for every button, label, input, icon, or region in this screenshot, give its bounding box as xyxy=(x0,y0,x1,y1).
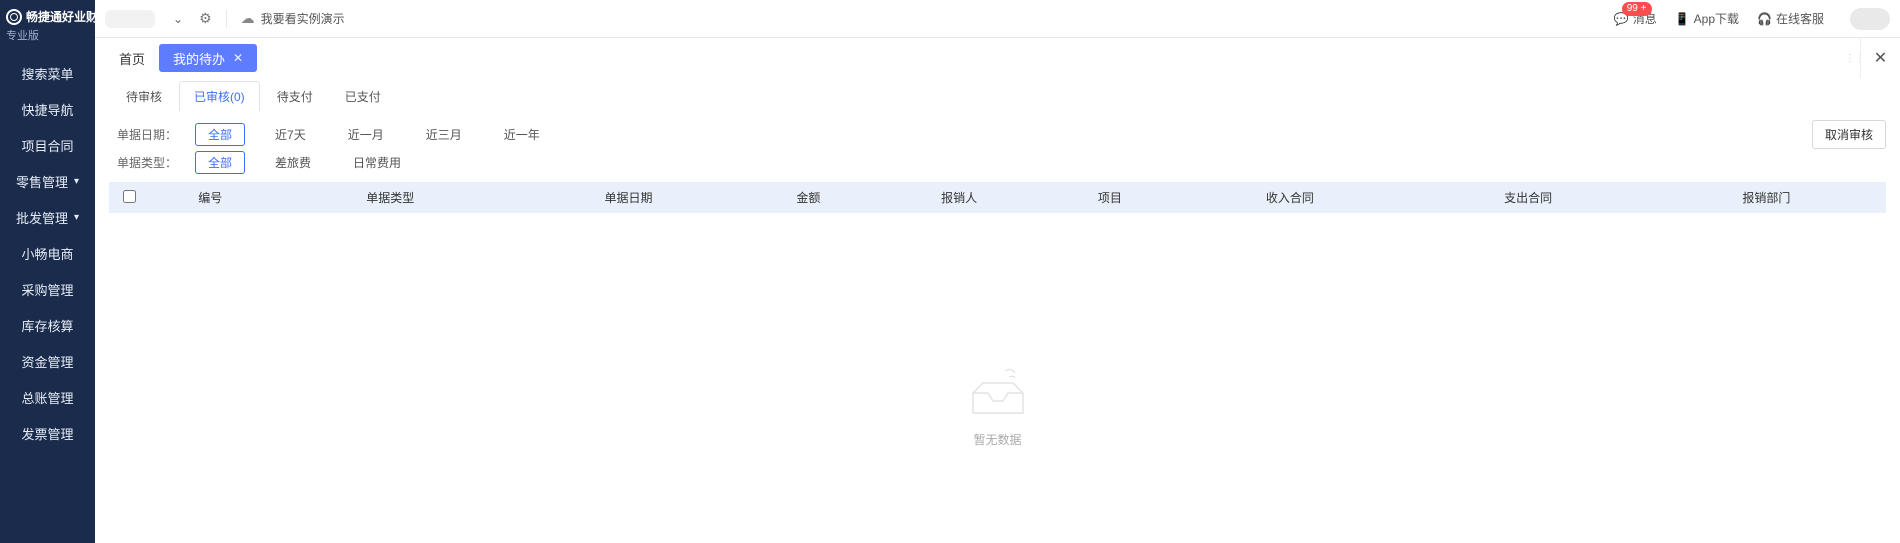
gear-icon[interactable]: ⚙ xyxy=(199,10,212,27)
cancel-audit-button[interactable]: 取消审核 xyxy=(1812,120,1886,149)
col-project: 项目 xyxy=(1049,183,1171,213)
table-wrap: 编号 单据类型 单据日期 金额 报销人 项目 收入合同 支出合同 报销部门 xyxy=(95,176,1900,448)
sidebar-item-purchase[interactable]: 采购管理 xyxy=(0,271,95,307)
tab-home[interactable]: 首页 xyxy=(105,44,159,72)
sidebar-items: 搜索菜单 快捷导航 项目合同 零售管理▾ 批发管理▾ 小畅电商 采购管理 库存核… xyxy=(0,47,95,543)
empty-state: 暂无数据 xyxy=(109,363,1886,448)
brand-name: 畅捷通好业财 xyxy=(26,8,98,25)
date-chip-3m[interactable]: 近三月 xyxy=(414,124,474,145)
filters: 单据日期： 全部 近7天 近一月 近三月 近一年 取消审核 单据类型： 全部 差… xyxy=(95,112,1900,176)
page-tabs: 首页 我的待办 ✕ ⋮⋮ ✕ xyxy=(95,38,1900,78)
sidebar-item-wholesale[interactable]: 批发管理▾ xyxy=(0,199,95,235)
col-number: 编号 xyxy=(150,183,272,213)
org-name-placeholder xyxy=(105,10,155,28)
date-chip-all[interactable]: 全部 xyxy=(195,123,245,146)
close-icon[interactable]: ✕ xyxy=(233,51,243,65)
subtab-audited[interactable]: 已审核(0) xyxy=(179,81,260,111)
brand-block: 畅捷通好业财 专业版 xyxy=(0,0,95,47)
sidebar-item-inventory[interactable]: 库存核算 xyxy=(0,307,95,343)
tabs-drag-handle[interactable]: ⋮⋮ xyxy=(1850,38,1860,78)
type-chip-travel[interactable]: 差旅费 xyxy=(263,152,323,173)
support-button[interactable]: 🎧 在线客服 xyxy=(1757,10,1824,27)
col-claimant: 报销人 xyxy=(869,183,1049,213)
demo-link-label: 我要看实例演示 xyxy=(261,10,345,27)
empty-box-icon xyxy=(963,363,1033,423)
chevron-down-icon: ⌄ xyxy=(173,12,183,26)
brand-logo-icon xyxy=(6,9,22,25)
select-all-checkbox[interactable] xyxy=(123,190,136,203)
col-check xyxy=(110,183,150,213)
cloud-icon: ☁ xyxy=(241,10,255,27)
topbar: ⌄ ⚙ ☁ 我要看实例演示 💬 消息 99 + 📱 App下载 🎧 在线客服 xyxy=(95,0,1900,38)
todo-table: 编号 单据类型 单据日期 金额 报销人 项目 收入合同 支出合同 报销部门 xyxy=(109,182,1886,213)
subtab-pending-audit[interactable]: 待审核 xyxy=(111,81,177,111)
sidebar: 畅捷通好业财 专业版 搜索菜单 快捷导航 项目合同 零售管理▾ 批发管理▾ 小畅… xyxy=(0,0,95,543)
col-amount: 金额 xyxy=(748,183,870,213)
divider xyxy=(226,10,227,28)
col-income-contract: 收入合同 xyxy=(1171,183,1409,213)
date-chip-1y[interactable]: 近一年 xyxy=(492,124,552,145)
col-doc-type: 单据类型 xyxy=(271,183,509,213)
tab-my-todo[interactable]: 我的待办 ✕ xyxy=(159,44,257,72)
messages-button[interactable]: 💬 消息 99 + xyxy=(1614,10,1657,27)
col-dept: 报销部门 xyxy=(1647,183,1885,213)
org-selector[interactable]: ⌄ ⚙ xyxy=(105,10,212,28)
messages-badge: 99 + xyxy=(1622,2,1652,16)
filter-type-label: 单据类型： xyxy=(109,154,177,171)
col-expense-contract: 支出合同 xyxy=(1409,183,1647,213)
mobile-icon: 📱 xyxy=(1675,12,1690,26)
avatar[interactable] xyxy=(1850,8,1890,30)
demo-link[interactable]: ☁ 我要看实例演示 xyxy=(241,10,345,27)
tabs-close-all[interactable]: ✕ xyxy=(1860,38,1900,78)
brand-edition: 专业版 xyxy=(6,27,89,43)
sidebar-item-invoice[interactable]: 发票管理 xyxy=(0,415,95,451)
main-region: ⌄ ⚙ ☁ 我要看实例演示 💬 消息 99 + 📱 App下载 🎧 在线客服 xyxy=(95,0,1900,543)
empty-text: 暂无数据 xyxy=(973,431,1021,448)
status-tabs: 待审核 已审核(0) 待支付 已支付 xyxy=(101,82,1894,112)
sidebar-item-contracts[interactable]: 项目合同 xyxy=(0,127,95,163)
sidebar-item-ecommerce[interactable]: 小畅电商 xyxy=(0,235,95,271)
date-chip-1m[interactable]: 近一月 xyxy=(336,124,396,145)
filter-date-label: 单据日期： xyxy=(109,126,177,143)
sidebar-item-finance[interactable]: 资金管理 xyxy=(0,343,95,379)
topbar-actions: 💬 消息 99 + 📱 App下载 🎧 在线客服 xyxy=(1614,8,1890,30)
chevron-down-icon: ▾ xyxy=(74,212,79,223)
sidebar-item-search[interactable]: 搜索菜单 xyxy=(0,55,95,91)
type-chip-all[interactable]: 全部 xyxy=(195,151,245,174)
col-doc-date: 单据日期 xyxy=(509,183,747,213)
date-chip-7d[interactable]: 近7天 xyxy=(263,124,318,145)
app-download-button[interactable]: 📱 App下载 xyxy=(1675,10,1739,27)
subtab-paid[interactable]: 已支付 xyxy=(330,81,396,111)
sidebar-item-retail[interactable]: 零售管理▾ xyxy=(0,163,95,199)
sidebar-item-quicknav[interactable]: 快捷导航 xyxy=(0,91,95,127)
type-chip-daily[interactable]: 日常费用 xyxy=(341,152,413,173)
subtab-pending-pay[interactable]: 待支付 xyxy=(262,81,328,111)
headset-icon: 🎧 xyxy=(1757,12,1772,26)
chevron-down-icon: ▾ xyxy=(74,176,79,187)
sidebar-item-ledger[interactable]: 总账管理 xyxy=(0,379,95,415)
